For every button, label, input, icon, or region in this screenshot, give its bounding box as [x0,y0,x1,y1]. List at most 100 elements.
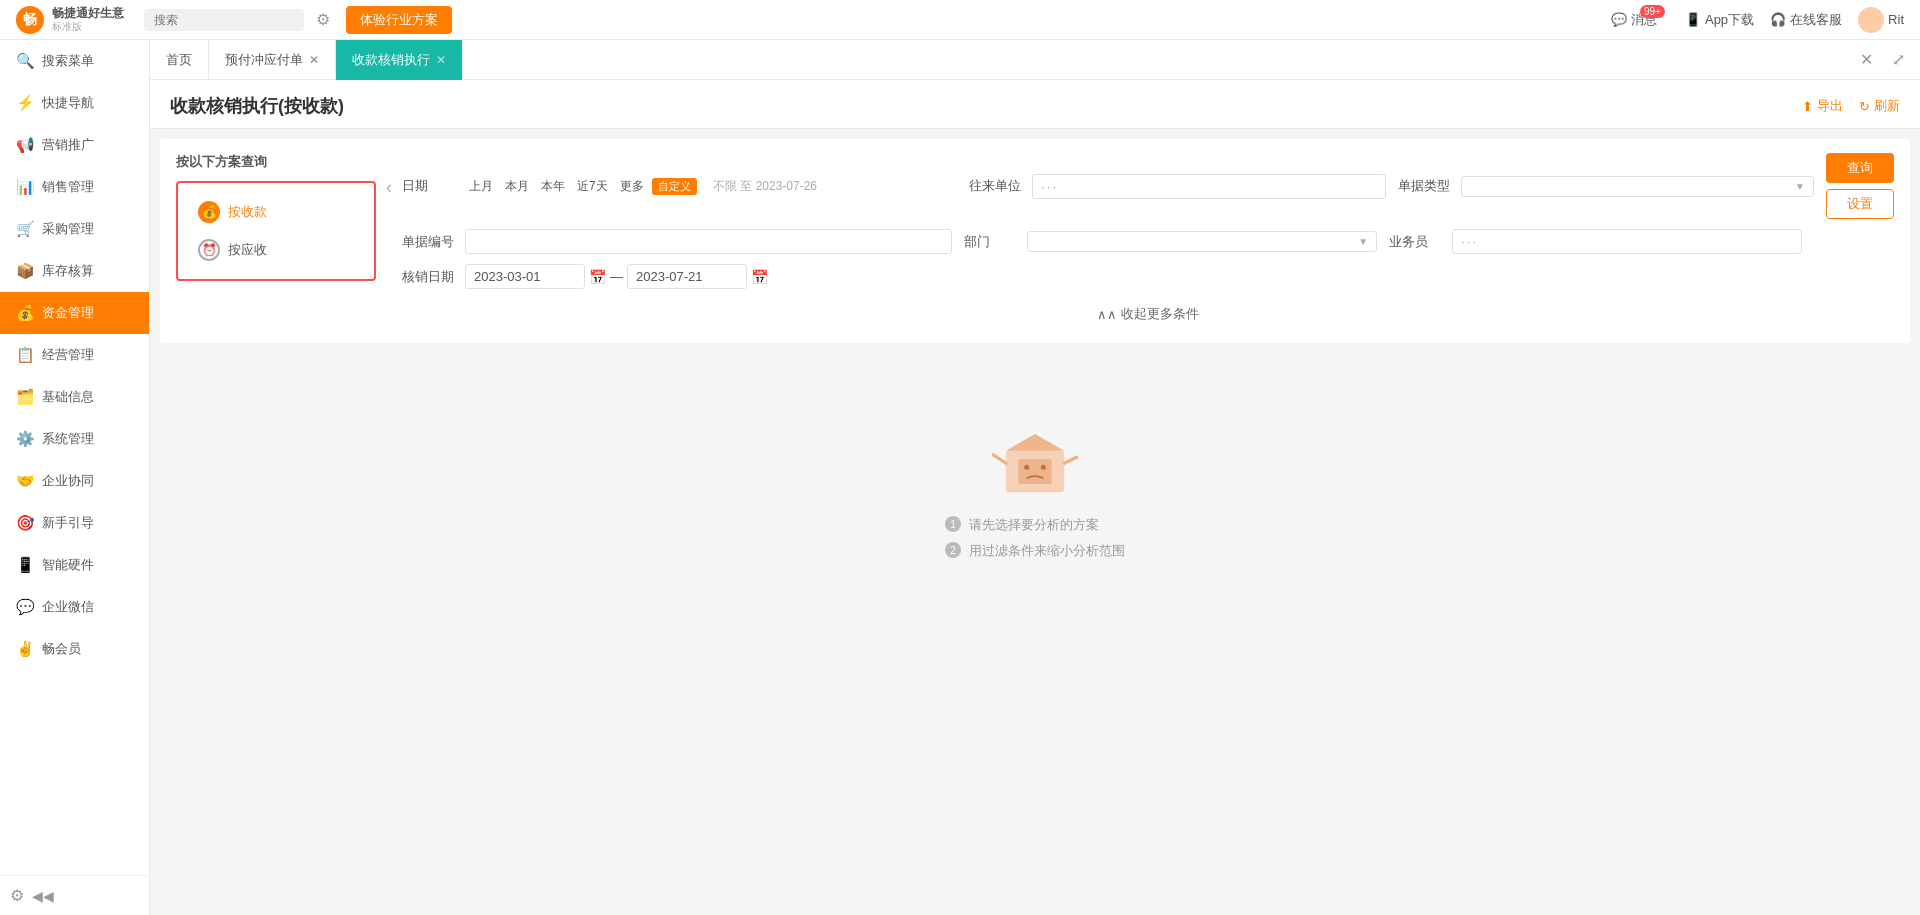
filter-panel: 按以下方案查询 💰 按收款 ⏰ 按应收 ‹ [160,139,1910,343]
voucher-no-input[interactable] [465,229,952,254]
topbar-right: 💬 消息 99+ 📱 App下载 🎧 在线客服 Rit [1611,7,1904,33]
tab-collection[interactable]: 收款核销执行 ✕ [336,40,463,80]
industry-btn[interactable]: 体验行业方案 [346,6,452,34]
main-layout: 🔍 搜索菜单 ⚡ 快捷导航 📢 营销推广 📊 销售管理 🛒 采购管理 📦 库存核… [0,40,1920,915]
sidebar-item-inventory[interactable]: 📦 库存核算 [0,250,149,292]
content-area: 首页 预付冲应付单 ✕ 收款核销执行 ✕ ✕ ⤢ 收款核销执行(按收款) [150,40,1920,915]
trade-partner-label: 往来单位 [969,177,1024,195]
verify-date-end-input[interactable] [627,264,747,289]
sidebar-item-management[interactable]: 📋 经营管理 [0,334,149,376]
brand-info: 畅捷通好生意 标准版 [52,6,124,32]
empty-tip-2: 2 用过滤条件来缩小分析范围 [945,542,1125,560]
sidebar-item-sales[interactable]: 📊 销售管理 [0,166,149,208]
sidebar-item-finance[interactable]: 💰 资金管理 [0,292,149,334]
voucher-no-label: 单据编号 [402,233,457,251]
online-service-btn[interactable]: 🎧 在线客服 [1770,11,1842,29]
query-btn[interactable]: 查询 [1826,153,1894,183]
date-field: 日期 上月 本月 本年 近7天 更多 自定义 不限 至 [402,176,957,197]
receivable-icon: ⏰ [198,239,220,261]
expand-tab-btn[interactable]: ⤢ [1884,46,1912,74]
app-download-btn[interactable]: 📱 App下载 [1685,11,1754,29]
tabbar: 首页 预付冲应付单 ✕ 收款核销执行 ✕ ✕ ⤢ [150,40,1920,80]
shortcut-this-month[interactable]: 本月 [501,176,533,197]
custom-date-badge[interactable]: 自定义 [652,178,697,195]
calendar-start-icon[interactable]: 📅 [589,269,606,285]
filter-option-by-receivable[interactable]: ⏰ 按应收 [188,231,364,269]
export-icon: ⬆ [1802,99,1813,114]
brand-logo: 畅 [16,6,44,34]
shortcut-this-year[interactable]: 本年 [537,176,569,197]
staff-label: 业务员 [1389,233,1444,251]
sidebar-collapse-icon[interactable]: ◀◀ [32,888,54,904]
sidebar-bottom: ⚙ ◀◀ [0,875,149,915]
svg-line-5 [993,455,1006,463]
calendar-end-icon[interactable]: 📅 [751,269,768,285]
filter-row-3: 核销日期 📅 — 📅 [402,264,1894,289]
export-btn[interactable]: ⬆ 导出 [1802,97,1843,115]
filter-sidebar: 按以下方案查询 💰 按收款 ⏰ 按应收 [176,153,376,329]
refresh-icon: ↻ [1859,99,1870,114]
shortcut-more[interactable]: 更多 [616,176,648,197]
sidebar-item-basic-info[interactable]: 🗂️ 基础信息 [0,376,149,418]
page-title: 收款核销执行(按收款) [170,94,344,118]
sidebar-item-search[interactable]: 🔍 搜索菜单 [0,40,149,82]
sidebar-item-marketing[interactable]: 📢 营销推广 [0,124,149,166]
guide-icon: 🎯 [16,514,34,532]
sidebar-item-wechat[interactable]: 💬 企业微信 [0,586,149,628]
settings-icon[interactable]: ⚙ [316,10,330,29]
sidebar-item-member[interactable]: ✌️ 畅会员 [0,628,149,670]
verify-date-range: 📅 — 📅 [465,264,768,289]
trade-partner-select[interactable]: ··· [1032,174,1385,199]
quicknav-icon: ⚡ [16,94,34,112]
staff-select[interactable]: ··· [1452,229,1802,254]
dept-field: 部门 ▼ [964,231,1377,252]
user-btn[interactable]: Rit [1858,7,1904,33]
sidebar: 🔍 搜索菜单 ⚡ 快捷导航 📢 营销推广 📊 销售管理 🛒 采购管理 📦 库存核… [0,40,150,915]
tab-close-collection[interactable]: ✕ [436,53,446,67]
sidebar-item-cooperation[interactable]: 🤝 企业协同 [0,460,149,502]
shortcut-7days[interactable]: 近7天 [573,176,612,197]
tab-prepay[interactable]: 预付冲应付单 ✕ [209,40,336,80]
payment-icon: 💰 [198,201,220,223]
message-btn[interactable]: 💬 消息 99+ [1611,11,1657,29]
shortcut-last-month[interactable]: 上月 [465,176,497,197]
tab-close-prepay[interactable]: ✕ [309,53,319,67]
collapse-more-btn[interactable]: ∧∧ 收起更多条件 [402,299,1894,329]
tab-home[interactable]: 首页 [150,40,209,80]
page-header: 收款核销执行(按收款) ⬆ 导出 ↻ 刷新 [150,80,1920,129]
page-content: 收款核销执行(按收款) ⬆ 导出 ↻ 刷新 按以下方案查询 [150,80,1920,915]
dept-select[interactable]: ▼ [1027,231,1377,252]
sidebar-item-hardware[interactable]: 📱 智能硬件 [0,544,149,586]
empty-tip-1: 1 请先选择要分析的方案 [945,516,1125,534]
empty-illustration [985,414,1085,504]
staff-field: 业务员 ··· [1389,229,1802,254]
sidebar-item-system[interactable]: ⚙️ 系统管理 [0,418,149,460]
cooperation-icon: 🤝 [16,472,34,490]
filter-option-by-payment[interactable]: 💰 按收款 [188,193,364,231]
marketing-icon: 📢 [16,136,34,154]
setting-btn[interactable]: 设置 [1826,189,1894,219]
voucher-type-field: 单据类型 ▼ [1398,176,1814,197]
inventory-icon: 📦 [16,262,34,280]
verify-date-start-input[interactable] [465,264,585,289]
filter-actions: 查询 设置 [1826,153,1894,219]
topbar-search-input[interactable] [144,9,304,31]
sidebar-item-quicknav[interactable]: ⚡ 快捷导航 [0,82,149,124]
voucher-no-field: 单据编号 [402,229,952,254]
date-label: 日期 [402,177,457,195]
svg-line-6 [1064,457,1077,463]
svg-marker-1 [1006,434,1064,451]
sidebar-toggle: ‹ [386,153,392,329]
trade-partner-field: 往来单位 ··· [969,174,1385,199]
sidebar-item-guide[interactable]: 🎯 新手引导 [0,502,149,544]
avatar [1858,7,1884,33]
close-tab-btn[interactable]: ✕ [1852,46,1880,74]
filter-row-2: 单据编号 部门 ▼ 业务员 [402,229,1894,254]
collapse-sidebar-icon[interactable]: ‹ [386,177,392,198]
refresh-btn[interactable]: ↻ 刷新 [1859,97,1900,115]
sidebar-item-purchase[interactable]: 🛒 采购管理 [0,208,149,250]
voucher-type-select[interactable]: ▼ [1461,176,1814,197]
svg-point-3 [1024,465,1029,470]
tabbar-actions: ✕ ⤢ [1852,46,1920,74]
sidebar-gear-icon[interactable]: ⚙ [10,886,24,905]
